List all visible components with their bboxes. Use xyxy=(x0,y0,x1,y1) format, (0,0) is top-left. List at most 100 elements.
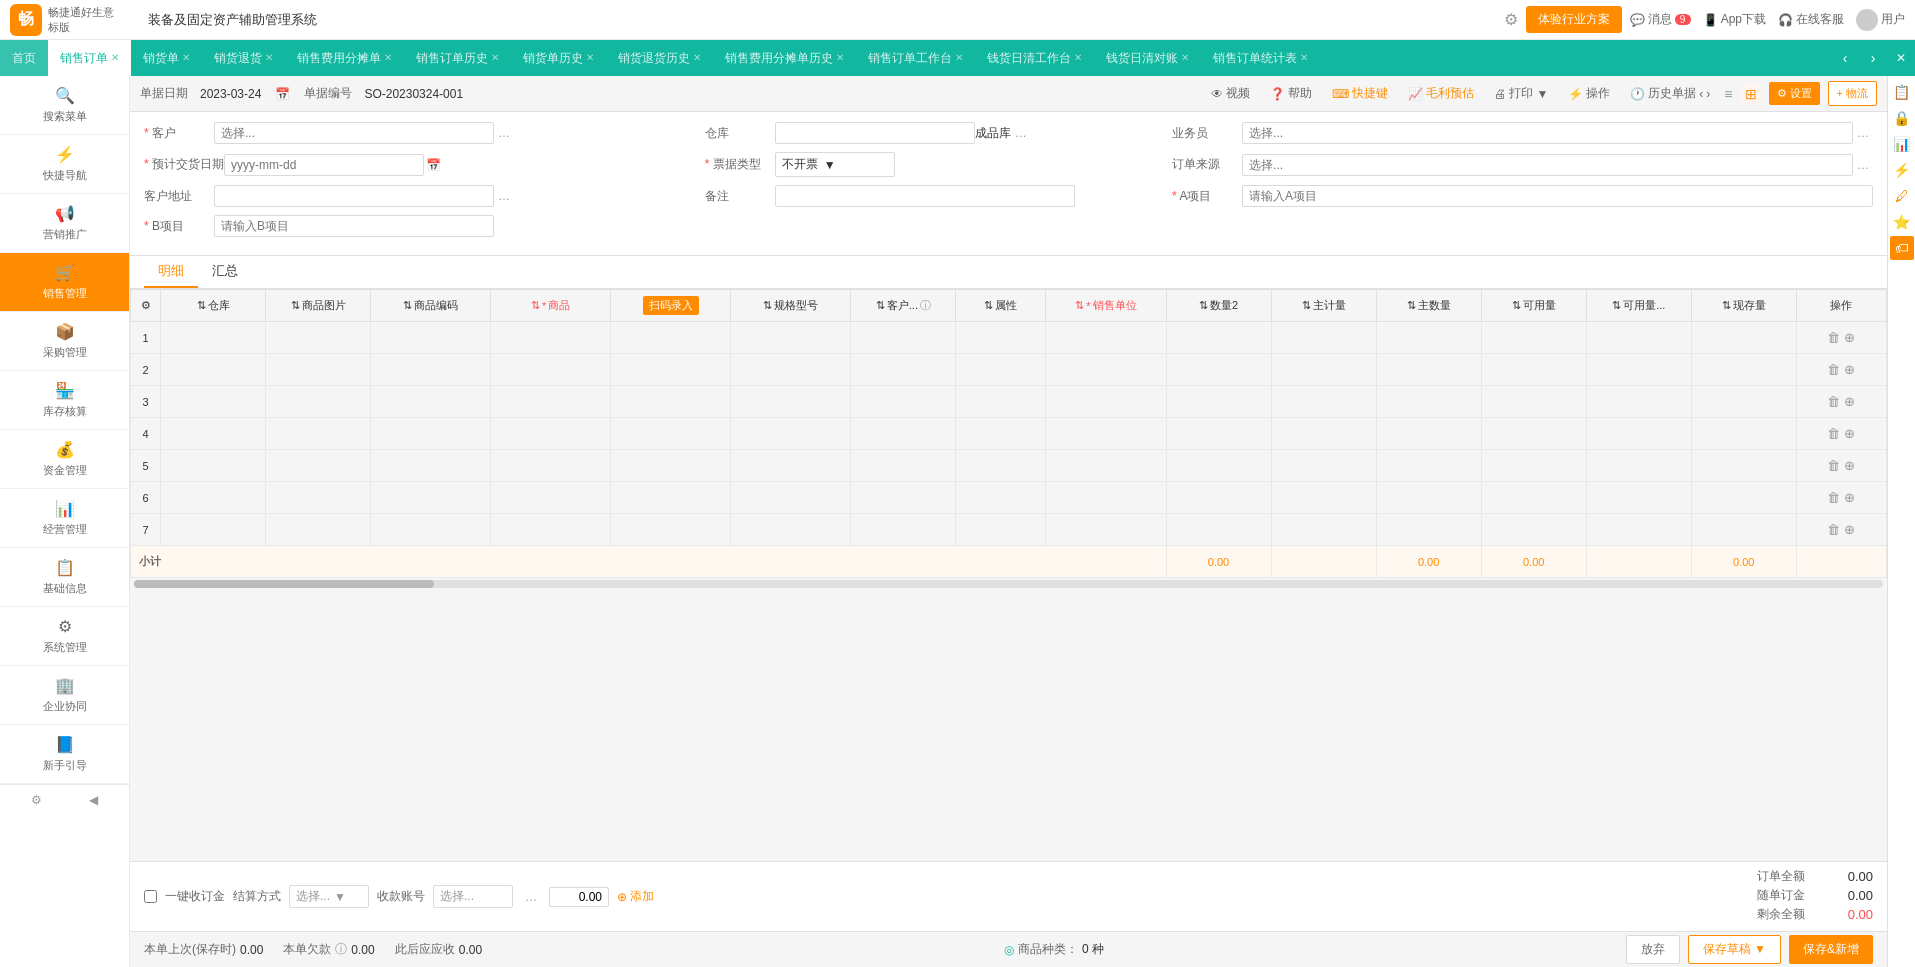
tab-summary[interactable]: 汇总 xyxy=(198,256,252,288)
right-sidebar-icon-1[interactable]: 📋 xyxy=(1890,80,1914,104)
cell-qty2[interactable] xyxy=(1166,354,1271,386)
tab-home[interactable]: 首页 xyxy=(0,40,48,76)
row-copy-btn[interactable]: ⊕ xyxy=(1844,362,1855,377)
cell-unit[interactable] xyxy=(1046,354,1166,386)
warehouse-input[interactable] xyxy=(775,122,975,144)
th-product[interactable]: ⇅*商品 xyxy=(491,290,611,322)
note-input[interactable] xyxy=(775,185,1075,207)
right-sidebar-icon-4[interactable]: ⚡ xyxy=(1890,158,1914,182)
profit-forecast-btn[interactable]: 📈 毛利预估 xyxy=(1402,83,1480,104)
bank-account-select[interactable]: 选择... xyxy=(433,885,513,908)
row-copy-btn[interactable]: ⊕ xyxy=(1844,522,1855,537)
sidebar-item-inventory[interactable]: 🏪 库存核算 xyxy=(0,371,129,430)
cell-main-qty[interactable] xyxy=(1376,322,1481,354)
shortcut-btn[interactable]: ⌨ 快捷键 xyxy=(1326,83,1394,104)
tab-daily-reconcile[interactable]: 钱货日清对账 ✕ xyxy=(1094,40,1201,76)
tab-close-icon[interactable]: ✕ xyxy=(491,40,499,76)
cell-unit[interactable] xyxy=(1046,322,1166,354)
view-btn[interactable]: 👁 视频 xyxy=(1205,83,1256,104)
save-new-btn[interactable]: 保存&新增 xyxy=(1789,935,1873,964)
tab-close-icon[interactable]: ✕ xyxy=(1300,40,1308,76)
th-available2[interactable]: ⇅可用量... xyxy=(1586,290,1691,322)
tab-close-icon[interactable]: ✕ xyxy=(1181,40,1189,76)
settle-method-select[interactable]: 选择... ▼ xyxy=(289,885,369,908)
th-available[interactable]: ⇅可用量 xyxy=(1481,290,1586,322)
th-main-qty[interactable]: ⇅主数量 xyxy=(1376,290,1481,322)
right-sidebar-icon-6[interactable]: ⭐ xyxy=(1890,210,1914,234)
add-logistics-btn[interactable]: + 物流 xyxy=(1828,81,1877,106)
address-more-btn[interactable]: … xyxy=(494,186,514,206)
address-input[interactable] xyxy=(214,185,494,207)
th-unit[interactable]: ⇅*销售单位 xyxy=(1046,290,1166,322)
row-delete-btn[interactable]: 🗑 xyxy=(1827,490,1840,505)
staff-more-btn[interactable]: … xyxy=(1853,123,1873,143)
th-main-unit[interactable]: ⇅主计量 xyxy=(1271,290,1376,322)
row-delete-btn[interactable]: 🗑 xyxy=(1827,522,1840,537)
settings-gear-icon[interactable]: ⚙ xyxy=(1504,10,1518,29)
right-sidebar-icon-3[interactable]: 📊 xyxy=(1890,132,1914,156)
settings-btn[interactable]: ⚙ 设置 xyxy=(1769,82,1820,105)
order-source-more-btn[interactable]: … xyxy=(1853,155,1873,175)
th-scan[interactable]: 扫码录入 xyxy=(611,290,731,322)
warehouse-more-btn[interactable]: … xyxy=(1011,123,1031,143)
customer-input[interactable] xyxy=(214,122,494,144)
abandon-btn[interactable]: 放弃 xyxy=(1626,935,1680,964)
right-sidebar-icon-2[interactable]: 🔒 xyxy=(1890,106,1914,130)
calendar-icon[interactable]: 📅 xyxy=(273,85,292,103)
tab-sales-expense-history[interactable]: 销售费用分摊单历史 ✕ xyxy=(713,40,856,76)
sidebar-item-marketing[interactable]: 📢 营销推广 xyxy=(0,194,129,253)
th-qty2[interactable]: ⇅数量2 xyxy=(1166,290,1271,322)
th-image[interactable]: ⇅商品图片 xyxy=(266,290,371,322)
cell-warehouse[interactable] xyxy=(161,386,266,418)
bank-account-more-btn[interactable]: … xyxy=(521,887,541,907)
customer-more-btn[interactable]: … xyxy=(494,123,514,143)
a-project-input[interactable] xyxy=(1242,185,1873,207)
th-warehouse[interactable]: ⇅仓库 xyxy=(161,290,266,322)
row-copy-btn[interactable]: ⊕ xyxy=(1844,426,1855,441)
industry-btn[interactable]: 体验行业方案 xyxy=(1526,6,1622,33)
row-delete-btn[interactable]: 🗑 xyxy=(1827,458,1840,473)
row-delete-btn[interactable]: 🗑 xyxy=(1827,362,1840,377)
cell-product[interactable] xyxy=(491,322,611,354)
th-current-stock[interactable]: ⇅现存量 xyxy=(1691,290,1796,322)
tab-sales-order[interactable]: 销售订单 ✕ xyxy=(48,40,131,76)
row-copy-btn[interactable]: ⊕ xyxy=(1844,330,1855,345)
th-customer-code[interactable]: ⇅客户...ⓘ xyxy=(851,290,956,322)
tab-close-icon[interactable]: ✕ xyxy=(955,40,963,76)
right-sidebar-icon-7[interactable]: 🏷 xyxy=(1890,236,1914,260)
delivery-calendar-icon[interactable]: 📅 xyxy=(424,156,443,174)
quick-settle-checkbox[interactable] xyxy=(144,890,157,903)
sidebar-item-system[interactable]: ⚙ 系统管理 xyxy=(0,607,129,666)
cell-attributes[interactable] xyxy=(956,354,1046,386)
user-btn[interactable]: 用户 xyxy=(1856,9,1905,31)
invoice-type-select[interactable]: 不开票 ▼ xyxy=(775,152,895,177)
cell-code[interactable] xyxy=(371,354,491,386)
tab-sales-stats[interactable]: 销售订单统计表 ✕ xyxy=(1201,40,1320,76)
b-project-input[interactable] xyxy=(214,215,494,237)
nav-next-btn[interactable]: › xyxy=(1859,40,1887,76)
sidebar-item-finance[interactable]: 💰 资金管理 xyxy=(0,430,129,489)
sidebar-item-operations[interactable]: 📊 经营管理 xyxy=(0,489,129,548)
history-btn[interactable]: 🕐 历史单据 ‹ › xyxy=(1624,83,1716,104)
messages-btn[interactable]: 💬 消息 9 xyxy=(1630,11,1691,28)
tab-close-icon[interactable]: ✕ xyxy=(265,40,273,76)
cell-code[interactable] xyxy=(371,322,491,354)
staff-input[interactable] xyxy=(1242,122,1853,144)
amount-input[interactable] xyxy=(549,887,609,907)
tab-daily-workbench[interactable]: 钱货日清工作台 ✕ xyxy=(975,40,1094,76)
delivery-date-input[interactable] xyxy=(224,154,424,176)
th-code[interactable]: ⇅商品编码 xyxy=(371,290,491,322)
save-draft-btn[interactable]: 保存草稿 ▼ xyxy=(1688,935,1781,964)
cell-spec[interactable] xyxy=(731,354,851,386)
tab-close-icon[interactable]: ✕ xyxy=(384,40,392,76)
sidebar-item-guide[interactable]: 📘 新手引导 xyxy=(0,725,129,784)
tab-close-icon[interactable]: ✕ xyxy=(836,40,844,76)
horizontal-scrollbar[interactable] xyxy=(130,578,1887,590)
cell-product[interactable] xyxy=(491,354,611,386)
history-nav-prev[interactable]: ‹ xyxy=(1699,87,1703,101)
print-btn[interactable]: 🖨 打印 ▼ xyxy=(1488,83,1554,104)
right-sidebar-icon-5[interactable]: 🖊 xyxy=(1890,184,1914,208)
tab-sales-order-history[interactable]: 销售订单历史 ✕ xyxy=(404,40,511,76)
cell-warehouse[interactable] xyxy=(161,354,266,386)
app-download-btn[interactable]: 📱 App下载 xyxy=(1703,11,1766,28)
